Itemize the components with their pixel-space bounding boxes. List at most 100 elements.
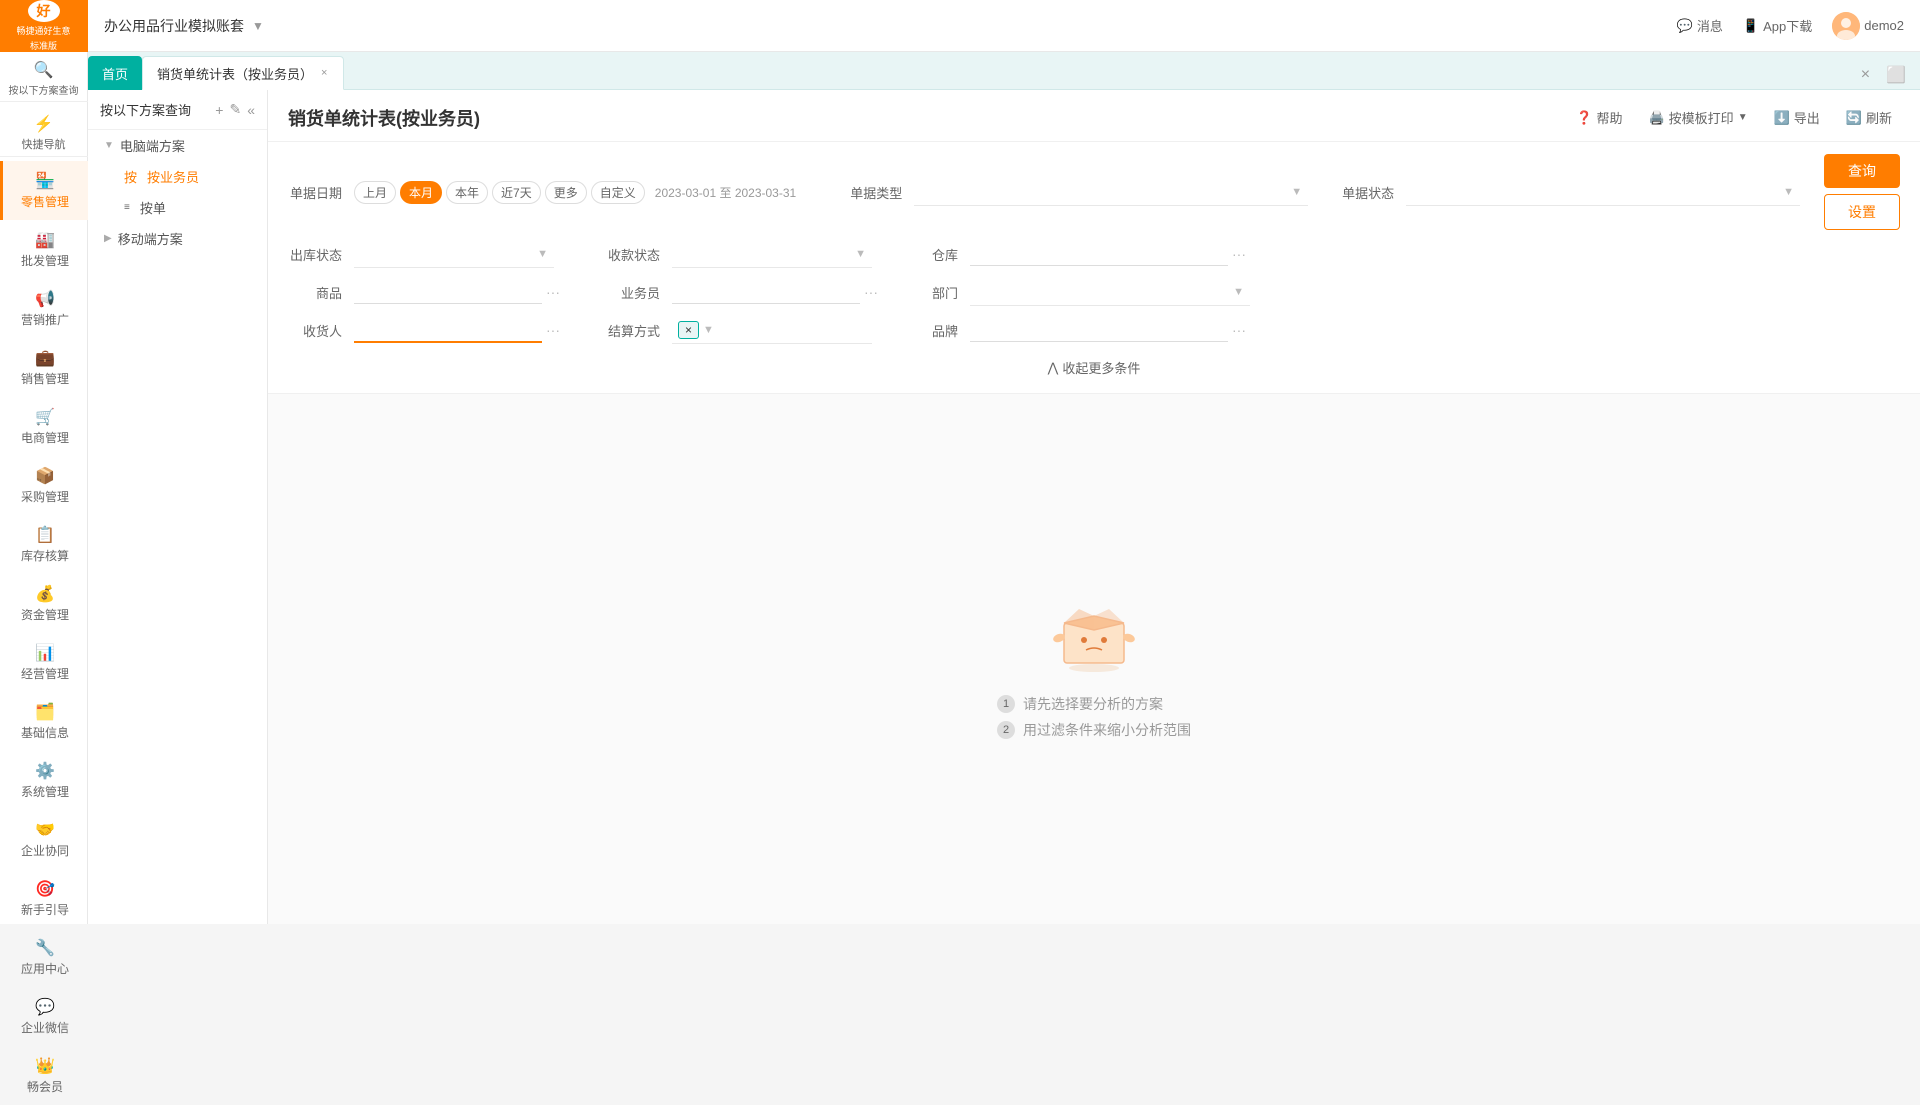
tree-item-sales[interactable]: 按 按业务员 [88,161,267,192]
sidebar-search[interactable]: 🔍 按以下方案查询 [0,52,88,102]
wechat-icon: 💬 [35,997,55,1017]
collapse-panel-btn[interactable]: « [247,102,255,118]
finance-icon: 💰 [35,584,55,604]
sidebar-item-operations[interactable]: 📊 经营管理 [0,633,88,692]
payment-status-arrow: ▼ [855,248,866,260]
tab-close-btn[interactable]: × [319,65,329,81]
brand-input[interactable] [970,318,1228,342]
doc-type-select[interactable]: ▼ [914,178,1308,206]
sidebar-item-corp[interactable]: 🤝 企业协同 [0,810,88,869]
tree-arrow-pc: ▼ [104,140,114,151]
tree-section-pc[interactable]: ▼ 电脑端方案 [88,130,267,161]
warehouse-label: 仓库 [904,245,958,264]
help-btn[interactable]: ❓ 帮助 [1568,104,1630,131]
settings-btn[interactable]: 设置 [1824,194,1900,230]
collapse-up-icon: ⋀ [1048,360,1059,376]
payment-status-select[interactable]: ▼ [672,240,872,268]
date-btn-custom[interactable]: 自定义 [591,181,645,204]
settlement-tag-close[interactable]: × [685,323,692,337]
salesperson-more[interactable]: ··· [860,284,882,300]
sidebar-item-purchase[interactable]: 📦 采购管理 [0,456,88,515]
department-label: 部门 [904,283,958,302]
step-num-2: 2 [997,721,1015,739]
warehouse-more[interactable]: ··· [1228,246,1250,262]
refresh-icon: 🔄 [1846,110,1862,126]
doc-status-select[interactable]: ▼ [1406,178,1800,206]
message-icon: 💬 [1677,18,1693,34]
sidebar-item-finance[interactable]: 💰 资金管理 [0,574,88,633]
left-panel-header: 按以下方案查询 + ✎ « [88,90,267,130]
step-num-1: 1 [997,695,1015,713]
query-btn[interactable]: 查询 [1824,154,1900,188]
quicknav-icon: ⚡ [34,114,54,134]
step-1-label: 请先选择要分析的方案 [1023,694,1163,714]
date-btn-thismonth[interactable]: 本月 [400,181,442,204]
sidebar-item-ecommerce[interactable]: 🛒 电商管理 [0,397,88,456]
date-btn-lastmonth[interactable]: 上月 [354,181,396,204]
tree-section-mobile-label: 移动端方案 [118,229,183,248]
sidebar-item-sales[interactable]: 💼 销售管理 [0,338,88,397]
sidebar-item-marketing[interactable]: 📢 营销推广 [0,279,88,338]
settlement-select[interactable]: × ▼ [672,316,872,344]
filter-row-4: 收货人 ··· 结算方式 × ▼ 品牌 [288,316,1900,344]
sidebar-item-member[interactable]: 👑 畅会员 [0,1046,88,1105]
logo[interactable]: 好 畅捷通好生意 标准版 [0,0,88,52]
message-btn[interactable]: 💬 消息 [1677,16,1723,35]
sidebar-quicknav[interactable]: ⚡ 快捷导航 [0,106,88,157]
purchase-icon: 📦 [35,466,55,486]
doc-type-label: 单据类型 [848,183,902,202]
tab-home[interactable]: 首页 [88,56,142,90]
sidebar-item-inventory[interactable]: 📋 库存核算 [0,515,88,574]
date-btn-more[interactable]: 更多 [545,181,587,204]
operations-label: 经营管理 [21,665,69,682]
brand-more[interactable]: ··· [1228,322,1250,338]
topbar-dropdown[interactable]: ▼ [252,19,264,33]
doc-status-cell: ▼ [1406,178,1800,206]
collapse-btn[interactable]: ⋀ 收起更多条件 [1036,354,1153,381]
receiver-more[interactable]: ··· [542,322,564,338]
tab-active[interactable]: 销货单统计表（按业务员） × [142,56,344,90]
app-download-btn[interactable]: 📱 App下载 [1743,16,1812,35]
receiver-input[interactable] [354,318,542,343]
collapse-row: ⋀ 收起更多条件 [288,354,1900,381]
receiver-cell: ··· [354,318,554,343]
out-status-select[interactable]: ▼ [354,240,554,268]
tab-actions: × ⬜ [1857,61,1920,89]
filter-row-3: 商品 ··· 业务员 ··· 部门 ▼ [288,278,1900,306]
department-select[interactable]: ▼ [970,278,1250,306]
tree-item-orders[interactable]: ≡ 按单 [88,192,267,223]
sidebar-item-wechat[interactable]: 💬 企业微信 [0,987,88,1046]
tabs-bar: 首页 销货单统计表（按业务员） × × ⬜ [88,52,1920,90]
sidebar-item-system[interactable]: ⚙️ 系统管理 [0,751,88,810]
warehouse-input[interactable] [970,242,1228,266]
payment-status-cell: ▼ [672,240,872,268]
sidebar: 好 畅捷通好生意 标准版 🔍 按以下方案查询 ⚡ 快捷导航 🏪 零售管理 🏭 批… [0,0,88,924]
operations-icon: 📊 [35,643,55,663]
marketing-icon: 📢 [35,289,55,309]
refresh-btn[interactable]: 🔄 刷新 [1838,104,1900,131]
quicknav-label: 快捷导航 [22,136,66,152]
logo-text: 畅捷通好生意 [16,24,70,37]
date-btn-thisyear[interactable]: 本年 [446,181,488,204]
sidebar-item-basics[interactable]: 🗂️ 基础信息 [0,692,88,751]
sales-label: 销售管理 [21,370,69,387]
sidebar-item-apps[interactable]: 🔧 应用中心 [0,928,88,987]
tree-arrow-mobile: ▶ [104,233,112,244]
goods-input[interactable] [354,280,542,304]
sidebar-item-wholesale[interactable]: 🏭 批发管理 [0,220,88,279]
user-menu[interactable]: demo2 [1832,12,1904,40]
template-print-btn[interactable]: 🖨️ 按模板打印 ▼ [1640,104,1755,131]
date-btn-7days[interactable]: 近7天 [492,181,541,204]
salesperson-input[interactable] [672,280,860,304]
maximize-btn[interactable]: ⬜ [1882,61,1910,89]
add-scheme-btn[interactable]: + [215,102,223,118]
edit-scheme-btn[interactable]: ✎ [229,101,241,118]
goods-more[interactable]: ··· [542,284,564,300]
retail-label: 零售管理 [21,193,69,210]
close-window-btn[interactable]: × [1857,62,1874,88]
sidebar-item-newbie[interactable]: 🎯 新手引导 [0,869,88,928]
tree-section-mobile[interactable]: ▶ 移动端方案 [88,223,267,254]
avatar [1832,12,1860,40]
sidebar-item-retail[interactable]: 🏪 零售管理 [0,161,88,220]
export-btn[interactable]: ⬇️ 导出 [1766,104,1828,131]
